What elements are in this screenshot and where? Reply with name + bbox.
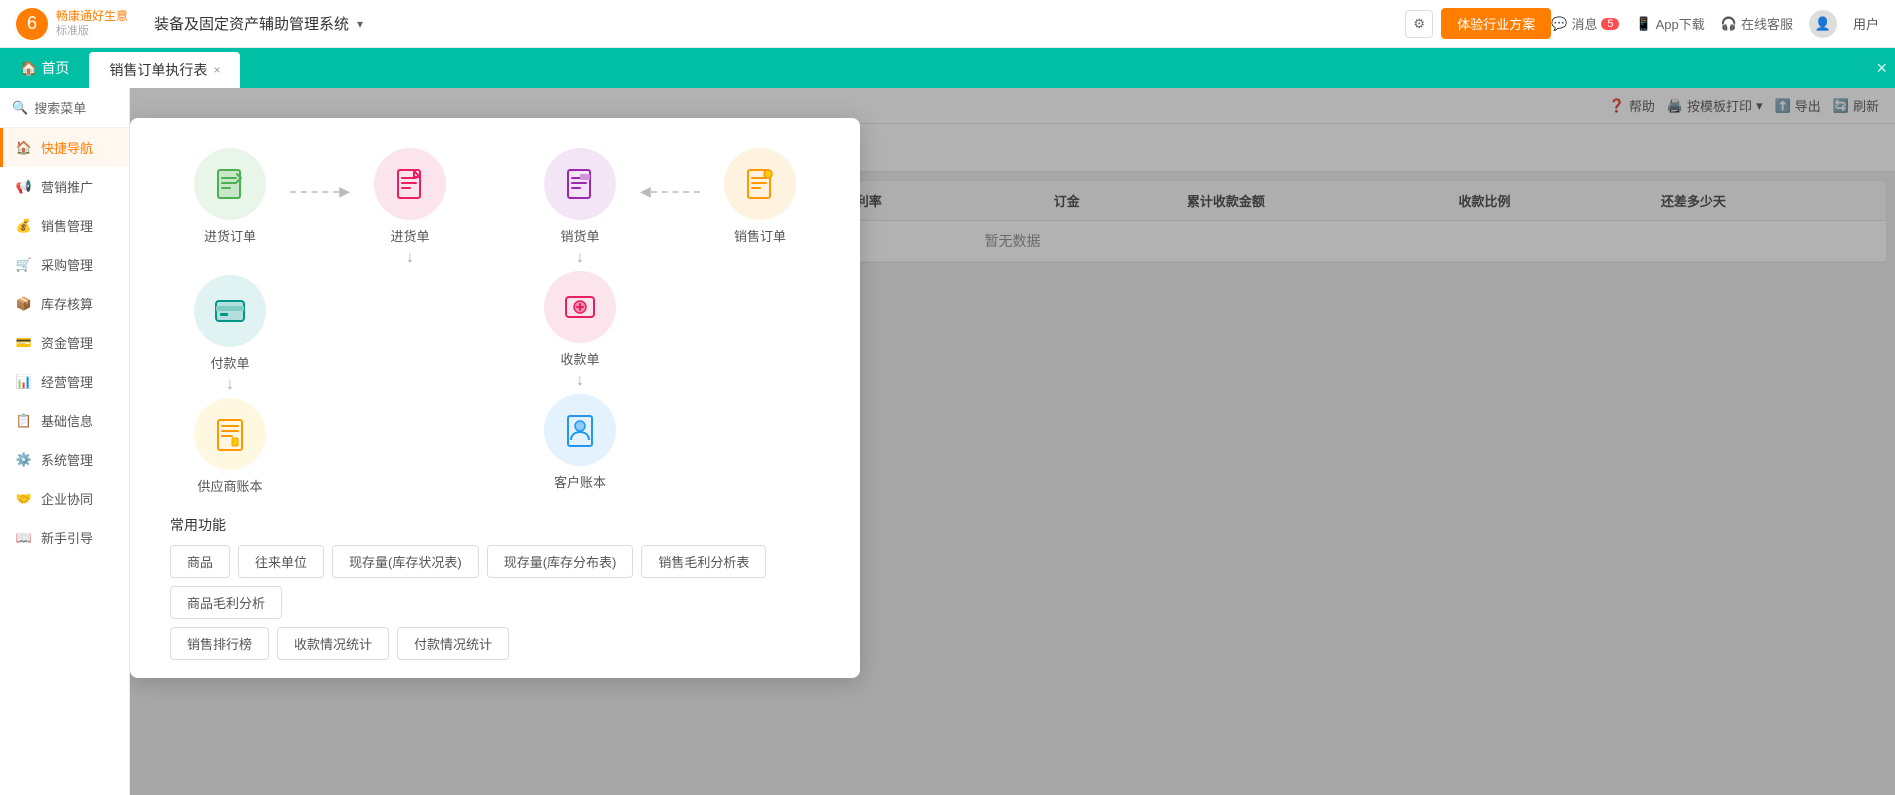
purchase-bill-icon — [374, 148, 446, 220]
sidebar-item-system[interactable]: ⚙️ 系统管理 — [0, 440, 129, 479]
func-btn-stock-dist[interactable]: 现存量(库存分布表) — [487, 545, 634, 578]
func-btn-partner[interactable]: 往来单位 — [238, 545, 324, 578]
enterprise-icon: 🤝 — [15, 490, 33, 508]
content-area: ❓ 帮助 🖨️ 按模板打印 ▾ ⬆️ 导出 🔄 刷新 📅 — 📅 — [130, 88, 1895, 795]
purchase-bill-label: 进货单 — [390, 226, 429, 245]
tab-close-icon[interactable]: × — [213, 63, 220, 77]
flow-area: 进货订单 — [130, 118, 860, 515]
func-buttons-container: 商品 往来单位 现存量(库存状况表) 现存量(库存分布表) 销售毛利分析表 商品… — [170, 545, 820, 619]
customer-icon — [544, 394, 616, 466]
app-download-btn[interactable]: 📱 App下载 — [1635, 14, 1704, 33]
common-functions-title: 常用功能 — [170, 515, 820, 535]
down-arrow-purchase: ↓ — [406, 249, 414, 267]
func-btn-receipt-stat[interactable]: 收款情况统计 — [277, 627, 389, 660]
purchase-order-icon — [194, 148, 266, 220]
flow-node-sale-order[interactable]: 销售订单 — [700, 148, 820, 245]
receipt-label: 收款单 — [560, 349, 599, 368]
guide-icon: 📖 — [15, 529, 33, 547]
header-right: 💬 消息 5 📱 App下载 🎧 在线客服 👤 用户 — [1551, 10, 1879, 38]
common-functions: 常用功能 商品 往来单位 现存量(库存状况表) 现存量(库存分布表) 销售毛利分… — [130, 515, 860, 678]
receipt-icon — [544, 271, 616, 343]
sidebar-item-sales[interactable]: 💰 销售管理 — [0, 206, 129, 245]
user-name[interactable]: 用户 — [1853, 14, 1879, 33]
user-avatar[interactable]: 👤 — [1809, 10, 1837, 38]
purchase-order-label: 进货订单 — [204, 226, 256, 245]
sidebar-item-operations[interactable]: 📊 经营管理 — [0, 362, 129, 401]
quick-nav-modal: 进货订单 — [130, 118, 860, 678]
search-menu-btn[interactable]: 🔍 搜索菜单 — [0, 88, 129, 128]
sidebar-item-finance[interactable]: 💳 资金管理 — [0, 323, 129, 362]
headset-icon: 🎧 — [1721, 16, 1737, 32]
down-arrow-sale: ↓ — [576, 249, 584, 267]
top-header: 6 畅康通好生意 标准版 装备及固定资产辅助管理系统 ▾ ⚙ 体验行业方案 💬 … — [0, 0, 1895, 48]
system-icon: ⚙️ — [15, 451, 33, 469]
func-btn-product-profit[interactable]: 商品毛利分析 — [170, 586, 282, 619]
payment-label: 付款单 — [210, 353, 249, 372]
nav-tabs: 🏠 首页 销售订单执行表 × × — [0, 48, 1895, 88]
finance-icon: 💳 — [15, 334, 33, 352]
basic-info-icon: 📋 — [15, 412, 33, 430]
home-icon: 🏠 — [20, 60, 37, 77]
system-name-dropdown[interactable]: ▾ — [357, 17, 363, 31]
flow-node-sale-bill[interactable]: 销货单 — [520, 148, 640, 245]
online-service-btn[interactable]: 🎧 在线客服 — [1721, 14, 1793, 33]
sidebar: 🔍 搜索菜单 🏠 快捷导航 📢 营销推广 💰 销售管理 🛒 采购管理 📦 库存核… — [0, 88, 130, 795]
sidebar-item-enterprise[interactable]: 🤝 企业协同 — [0, 479, 129, 518]
func-btn-sale-profit[interactable]: 销售毛利分析表 — [641, 545, 766, 578]
modal-overlay[interactable]: 进货订单 — [130, 88, 1895, 795]
tab-sale-order[interactable]: 销售订单执行表 × — [89, 52, 240, 88]
message-btn[interactable]: 💬 消息 5 — [1551, 14, 1619, 33]
flow-node-purchase-order[interactable]: 进货订单 — [170, 148, 290, 245]
sales-icon: 💰 — [15, 217, 33, 235]
down-arrow-payment: ↓ — [226, 376, 234, 394]
phone-icon: 📱 — [1635, 16, 1651, 32]
message-badge: 5 — [1601, 18, 1619, 30]
sale-bill-label: 销货单 — [560, 226, 599, 245]
message-icon: 💬 — [1551, 16, 1567, 32]
marketing-icon: 📢 — [15, 178, 33, 196]
func-btn-stock-status[interactable]: 现存量(库存状况表) — [332, 545, 479, 578]
operations-icon: 📊 — [15, 373, 33, 391]
flow-node-supplier[interactable]: 供应商账本 — [170, 398, 290, 495]
func-btn-sale-rank[interactable]: 销售排行榜 — [170, 627, 269, 660]
payment-icon — [194, 275, 266, 347]
supplier-icon — [194, 398, 266, 470]
sidebar-item-purchase[interactable]: 🛒 采购管理 — [0, 245, 129, 284]
main-layout: 🔍 搜索菜单 🏠 快捷导航 📢 营销推广 💰 销售管理 🛒 采购管理 📦 库存核… — [0, 88, 1895, 795]
sale-bill-icon — [544, 148, 616, 220]
sidebar-item-quick-nav[interactable]: 🏠 快捷导航 — [0, 128, 129, 167]
flow-node-payment[interactable]: 付款单 — [170, 275, 290, 372]
home-nav-icon: 🏠 — [15, 139, 33, 157]
flow-node-receipt[interactable]: 收款单 — [520, 271, 640, 368]
sidebar-item-basic-info[interactable]: 📋 基础信息 — [0, 401, 129, 440]
supplier-label: 供应商账本 — [197, 476, 262, 495]
sale-order-label: 销售订单 — [734, 226, 786, 245]
inventory-icon: 📦 — [15, 295, 33, 313]
func-btn-product[interactable]: 商品 — [170, 545, 230, 578]
sale-order-icon — [724, 148, 796, 220]
logo-icon: 6 — [16, 8, 48, 40]
experience-btn[interactable]: 体验行业方案 — [1441, 8, 1551, 39]
settings-button[interactable]: ⚙ — [1405, 10, 1433, 38]
sidebar-item-inventory[interactable]: 📦 库存核算 — [0, 284, 129, 323]
purchase-icon: 🛒 — [15, 256, 33, 274]
func-buttons-row2: 销售排行榜 收款情况统计 付款情况统计 — [170, 627, 820, 660]
tab-home[interactable]: 🏠 首页 — [0, 48, 89, 88]
logo-area: 6 畅康通好生意 标准版 — [16, 8, 146, 40]
func-btn-payment-stat[interactable]: 付款情况统计 — [397, 627, 509, 660]
system-name: 装备及固定资产辅助管理系统 ▾ — [154, 13, 1405, 34]
flow-node-customer[interactable]: 客户账本 — [520, 394, 640, 491]
down-arrow-receipt: ↓ — [576, 372, 584, 390]
customer-label: 客户账本 — [554, 472, 606, 491]
close-all-tabs-btn[interactable]: × — [1876, 58, 1887, 79]
logo-text: 畅康通好生意 标准版 — [56, 9, 128, 39]
flow-node-purchase-bill[interactable]: 进货单 — [350, 148, 470, 245]
sidebar-item-marketing[interactable]: 📢 营销推广 — [0, 167, 129, 206]
sidebar-item-guide[interactable]: 📖 新手引导 — [0, 518, 129, 557]
search-icon: 🔍 — [12, 100, 28, 116]
